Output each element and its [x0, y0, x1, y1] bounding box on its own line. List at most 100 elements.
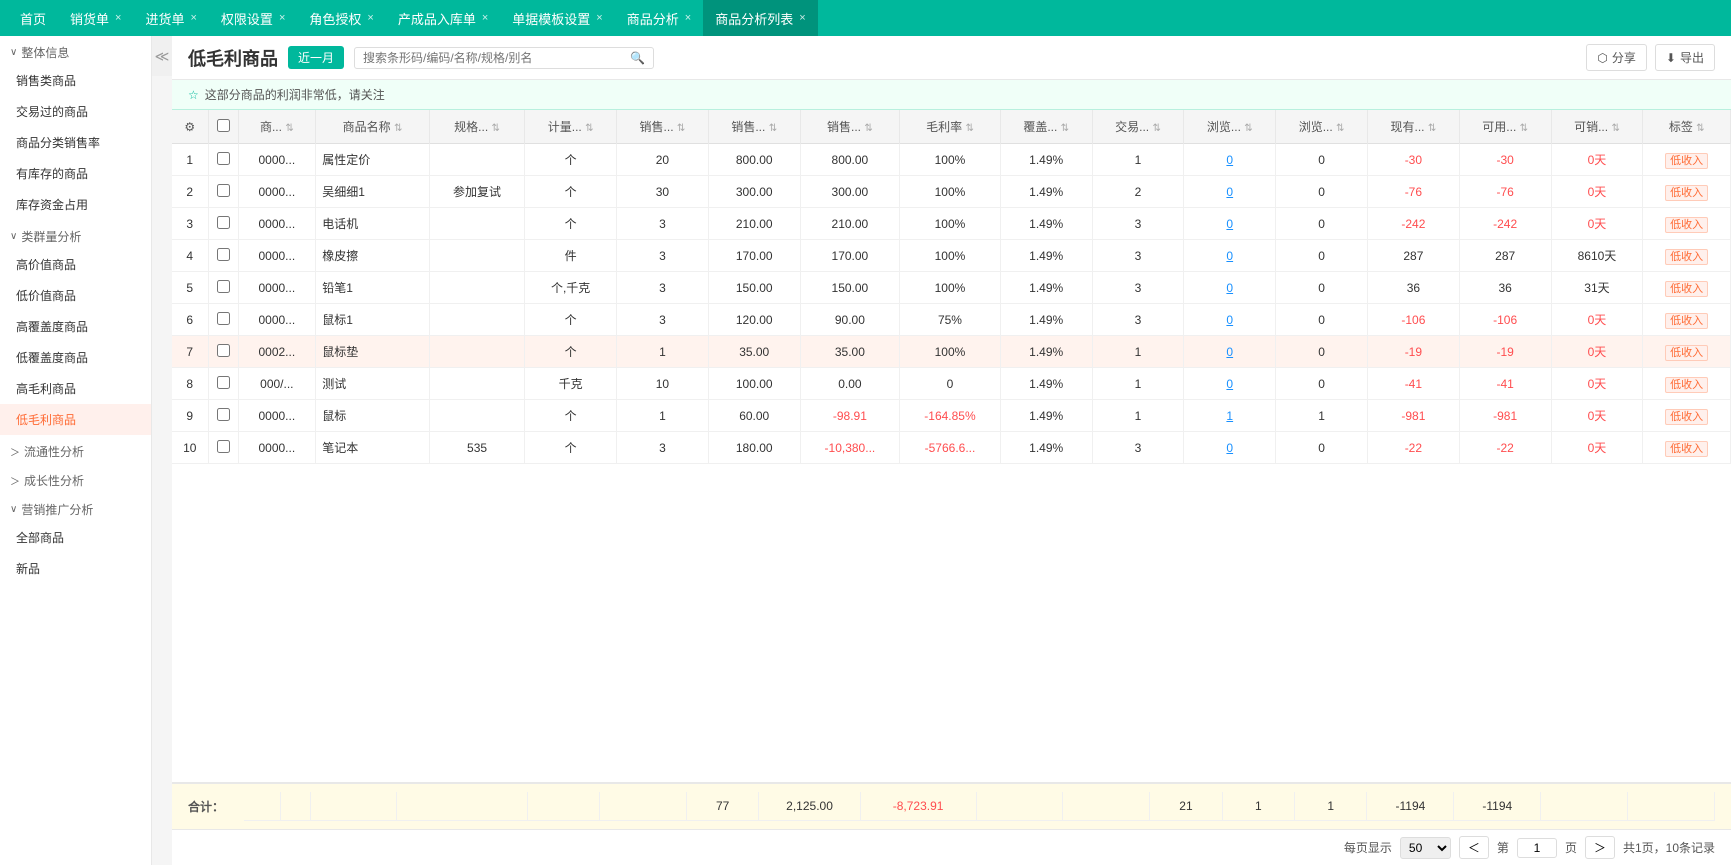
sidebar-item-high-coverage[interactable]: 高覆盖度商品 — [0, 311, 151, 342]
row-view1[interactable]: 0 — [1184, 304, 1276, 336]
row-saleable: 0天 — [1551, 432, 1643, 464]
row-sales-price: 300.00 — [708, 176, 800, 208]
next-page-button[interactable]: ＞ — [1585, 836, 1615, 859]
data-table: ⚙ 商... ⇅ 商品名称 ⇅ 规格... ⇅ 计量... ⇅ 销售... ⇅ … — [172, 110, 1731, 464]
row-checkbox[interactable] — [208, 176, 238, 208]
row-checkbox[interactable] — [208, 272, 238, 304]
page-number-input[interactable] — [1517, 838, 1557, 858]
col-check[interactable] — [208, 110, 238, 144]
sidebar-group-circulation[interactable]: ＞ 流通性分析 — [0, 435, 151, 464]
sidebar-item-new-goods[interactable]: 新品 — [0, 553, 151, 584]
nav-item-product-in[interactable]: 产成品入库单 × — [386, 0, 500, 36]
table-row: 10 0000... 笔记本 535 个 3 180.00 -10,380...… — [172, 432, 1731, 464]
row-checkbox[interactable] — [208, 336, 238, 368]
col-code[interactable]: 商... ⇅ — [238, 110, 316, 144]
close-icon[interactable]: × — [115, 12, 121, 24]
close-icon[interactable]: × — [799, 12, 805, 24]
sidebar-group-overview[interactable]: ∨ 整体信息 — [0, 36, 151, 65]
row-checkbox[interactable] — [208, 240, 238, 272]
col-available[interactable]: 可用... ⇅ — [1459, 110, 1551, 144]
nav-item-home[interactable]: 首页 — [8, 0, 58, 36]
col-current[interactable]: 现有... ⇅ — [1367, 110, 1459, 144]
time-filter-button[interactable]: 近一月 — [288, 46, 344, 69]
row-view1[interactable]: 0 — [1184, 240, 1276, 272]
sidebar-item-stocked-goods[interactable]: 有库存的商品 — [0, 158, 151, 189]
row-view1[interactable]: 0 — [1184, 368, 1276, 400]
search-icon[interactable]: 🔍 — [630, 51, 645, 65]
sidebar-group-marketing[interactable]: ∨ 营销推广分析 — [0, 493, 151, 522]
sidebar-item-low-profit[interactable]: 低毛利商品 — [0, 404, 151, 435]
sidebar-group-cluster[interactable]: ∨ 类群量分析 — [0, 220, 151, 249]
close-icon[interactable]: × — [279, 12, 285, 24]
page-size-select[interactable]: 50 10 20 100 — [1400, 837, 1451, 859]
search-input[interactable] — [363, 51, 630, 65]
sidebar-item-high-profit[interactable]: 高毛利商品 — [0, 373, 151, 404]
row-checkbox[interactable] — [208, 304, 238, 336]
row-no: 10 — [172, 432, 208, 464]
sidebar-collapse-button[interactable]: ≪ — [152, 36, 172, 76]
nav-item-permission[interactable]: 权限设置 × — [209, 0, 297, 36]
row-view1[interactable]: 0 — [1184, 176, 1276, 208]
sidebar-group-growth[interactable]: ＞ 成长性分析 — [0, 464, 151, 493]
col-view2[interactable]: 浏览... ⇅ — [1276, 110, 1368, 144]
col-name[interactable]: 商品名称 ⇅ — [316, 110, 430, 144]
nav-item-role[interactable]: 角色授权 × — [297, 0, 385, 36]
nav-item-sales[interactable]: 销货单 × — [58, 0, 133, 36]
close-icon[interactable]: × — [482, 12, 488, 24]
nav-item-analysis-list[interactable]: 商品分析列表 × — [703, 0, 817, 36]
row-unit: 个 — [525, 176, 617, 208]
row-saleable: 0天 — [1551, 336, 1643, 368]
header-actions: ⬡ 分享 ⬇ 导出 — [1586, 44, 1715, 71]
export-button[interactable]: ⬇ 导出 — [1655, 44, 1715, 71]
row-checkbox[interactable] — [208, 432, 238, 464]
nav-item-purchase[interactable]: 进货单 × — [133, 0, 208, 36]
table-row: 4 0000... 橡皮擦 件 3 170.00 170.00 100% 1.4… — [172, 240, 1731, 272]
row-gross-rate: 100% — [900, 336, 1001, 368]
col-sales-amount[interactable]: 销售... ⇅ — [800, 110, 900, 144]
row-gross-rate: 100% — [900, 176, 1001, 208]
row-view1[interactable]: 0 — [1184, 336, 1276, 368]
nav-item-template[interactable]: 单据模板设置 × — [500, 0, 614, 36]
export-icon: ⬇ — [1666, 51, 1676, 65]
row-trade: 3 — [1092, 272, 1184, 304]
col-trade[interactable]: 交易... ⇅ — [1092, 110, 1184, 144]
row-view2: 1 — [1276, 400, 1368, 432]
row-view1[interactable]: 1 — [1184, 400, 1276, 432]
row-view1[interactable]: 0 — [1184, 272, 1276, 304]
col-sales-price[interactable]: 销售... ⇅ — [708, 110, 800, 144]
close-icon[interactable]: × — [367, 12, 373, 24]
sidebar-item-sales-goods[interactable]: 销售类商品 — [0, 65, 151, 96]
col-sales-qty[interactable]: 销售... ⇅ — [617, 110, 709, 144]
sidebar-item-category-rate[interactable]: 商品分类销售率 — [0, 127, 151, 158]
col-unit[interactable]: 计量... ⇅ — [525, 110, 617, 144]
row-checkbox[interactable] — [208, 400, 238, 432]
col-tag[interactable]: 标签 ⇅ — [1643, 110, 1731, 144]
prev-page-button[interactable]: ＜ — [1459, 836, 1489, 859]
footer-trade: 21 — [1150, 792, 1222, 821]
row-view1[interactable]: 0 — [1184, 432, 1276, 464]
col-spec[interactable]: 规格... ⇅ — [429, 110, 524, 144]
row-checkbox[interactable] — [208, 144, 238, 176]
row-view1[interactable]: 0 — [1184, 144, 1276, 176]
nav-item-product-analysis[interactable]: 商品分析 × — [615, 0, 703, 36]
row-spec — [429, 304, 524, 336]
close-icon[interactable]: × — [685, 12, 691, 24]
col-coverage[interactable]: 覆盖... ⇅ — [1000, 110, 1092, 144]
select-all-checkbox[interactable] — [217, 119, 230, 132]
row-checkbox[interactable] — [208, 208, 238, 240]
row-view1[interactable]: 0 — [1184, 208, 1276, 240]
row-checkbox[interactable] — [208, 368, 238, 400]
share-button[interactable]: ⬡ 分享 — [1586, 44, 1647, 71]
close-icon[interactable]: × — [190, 12, 196, 24]
sidebar-item-all-goods[interactable]: 全部商品 — [0, 522, 151, 553]
col-gross-rate[interactable]: 毛利率 ⇅ — [900, 110, 1001, 144]
col-view1[interactable]: 浏览... ⇅ — [1184, 110, 1276, 144]
close-icon[interactable]: × — [596, 12, 602, 24]
sidebar-item-traded-goods[interactable]: 交易过的商品 — [0, 96, 151, 127]
sidebar-item-stock-fund[interactable]: 库存资金占用 — [0, 189, 151, 220]
col-settings[interactable]: ⚙ — [172, 110, 208, 144]
col-saleable[interactable]: 可销... ⇅ — [1551, 110, 1643, 144]
sidebar-item-low-coverage[interactable]: 低覆盖度商品 — [0, 342, 151, 373]
sidebar-item-low-value[interactable]: 低价值商品 — [0, 280, 151, 311]
sidebar-item-high-value[interactable]: 高价值商品 — [0, 249, 151, 280]
